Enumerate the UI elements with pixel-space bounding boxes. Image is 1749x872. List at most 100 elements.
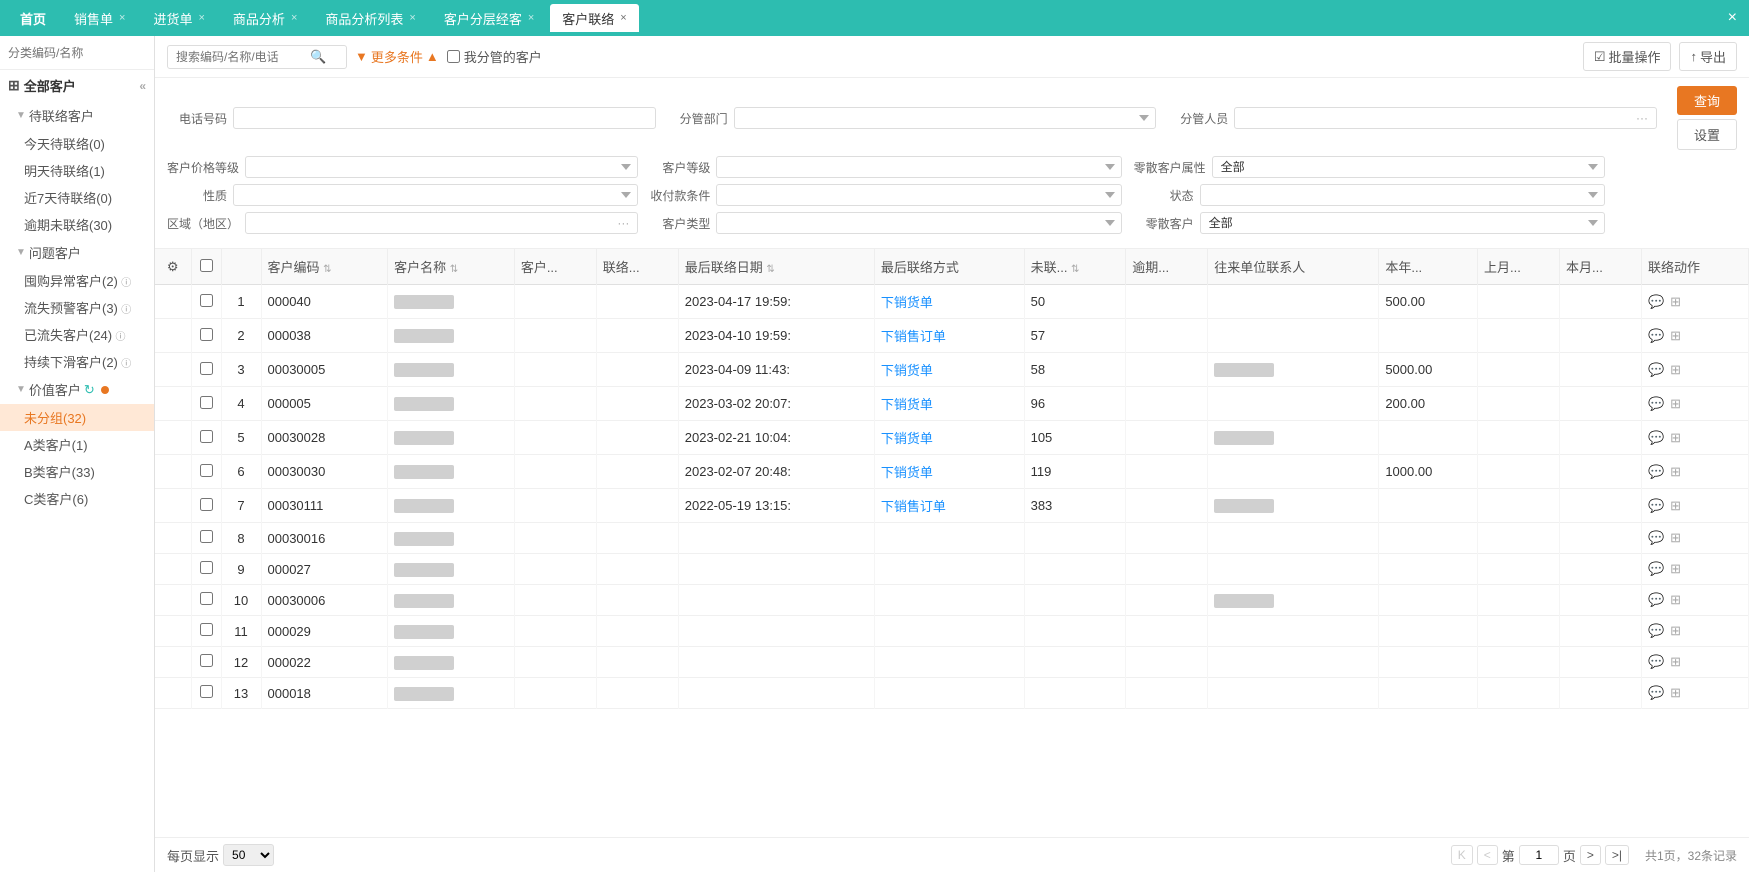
- th-last-contact-date[interactable]: 最后联络日期 ⇅: [678, 249, 874, 285]
- row-check-2[interactable]: [200, 362, 213, 375]
- more-conditions-button[interactable]: ▼ 更多条件 ▲: [355, 47, 439, 66]
- action-grid-icon[interactable]: ⊞: [1670, 592, 1681, 608]
- contact-method-link[interactable]: 下销货单: [881, 397, 933, 412]
- my-customers-checkbox[interactable]: 我分管的客户: [447, 47, 542, 66]
- search-icon[interactable]: 🔍: [310, 49, 326, 65]
- action-chat-icon[interactable]: 💬: [1648, 430, 1664, 446]
- action-grid-icon[interactable]: ⊞: [1670, 623, 1681, 639]
- action-chat-icon[interactable]: 💬: [1648, 561, 1664, 577]
- row-checkbox[interactable]: [191, 678, 221, 709]
- nav-tab-goods-analysis[interactable]: 商品分析 ×: [221, 4, 309, 32]
- filter-dept-select[interactable]: [734, 107, 1157, 129]
- row-check-7[interactable]: [200, 530, 213, 543]
- sidebar-search-input[interactable]: [8, 46, 155, 60]
- sidebar-item-today-pending[interactable]: 今天待联络(0): [0, 130, 154, 157]
- sidebar-item-churn-warning[interactable]: 流失预警客户(3) ⓘ: [0, 294, 154, 321]
- filter-phone-input[interactable]: [233, 107, 656, 129]
- row-checkbox[interactable]: [191, 387, 221, 421]
- page-size-select[interactable]: 50 100 200: [223, 844, 274, 866]
- page-number-input[interactable]: [1519, 845, 1559, 865]
- sidebar-item-tomorrow-pending[interactable]: 明天待联络(1): [0, 157, 154, 184]
- filter-region-input[interactable]: ···: [245, 212, 638, 234]
- row-checkbox[interactable]: [191, 319, 221, 353]
- sidebar-item-hoard-abnormal[interactable]: 囤购异常客户(2) ⓘ: [0, 267, 154, 294]
- row-last-contact-method[interactable]: 下销货单: [874, 285, 1024, 319]
- filter-payment-select[interactable]: [716, 184, 1121, 206]
- row-checkbox[interactable]: [191, 489, 221, 523]
- row-check-6[interactable]: [200, 498, 213, 511]
- row-check-3[interactable]: [200, 396, 213, 409]
- th-code[interactable]: 客户编码 ⇅: [261, 249, 388, 285]
- nav-tab-sales[interactable]: 销售单 ×: [62, 4, 137, 32]
- sidebar-group-value[interactable]: ▼ 价值客户 ↻: [0, 375, 154, 404]
- action-chat-icon[interactable]: 💬: [1648, 362, 1664, 378]
- filter-scatter-attr-select[interactable]: 全部: [1212, 156, 1605, 178]
- sidebar-item-declining[interactable]: 持续下滑客户(2) ⓘ: [0, 348, 154, 375]
- sidebar-group-pending[interactable]: ▼ 待联络客户: [0, 101, 154, 130]
- nav-tab-customer-layer[interactable]: 客户分层经客 ×: [432, 4, 546, 32]
- contact-method-link[interactable]: 下销货单: [881, 363, 933, 378]
- row-last-contact-method[interactable]: 下销售订单: [874, 319, 1024, 353]
- nav-tab-customer-contact[interactable]: 客户联络 ×: [550, 4, 638, 32]
- next-page-button[interactable]: >: [1580, 845, 1601, 865]
- sidebar-collapse-icon[interactable]: «: [139, 79, 146, 93]
- action-grid-icon[interactable]: ⊞: [1670, 561, 1681, 577]
- sidebar-item-b-class[interactable]: B类客户(33): [0, 458, 154, 485]
- row-checkbox[interactable]: [191, 554, 221, 585]
- row-checkbox[interactable]: [191, 585, 221, 616]
- query-button[interactable]: 查询: [1677, 86, 1737, 115]
- row-check-0[interactable]: [200, 294, 213, 307]
- first-page-button[interactable]: K: [1451, 845, 1473, 865]
- row-check-10[interactable]: [200, 623, 213, 636]
- sidebar-item-ungroup[interactable]: 未分组(32): [0, 404, 154, 431]
- filter-scatter-select[interactable]: 全部: [1200, 212, 1605, 234]
- batch-op-button[interactable]: ☑ 批量操作: [1583, 42, 1672, 71]
- close-all-tabs-button[interactable]: ×: [1724, 9, 1741, 27]
- last-page-button[interactable]: >|: [1605, 845, 1629, 865]
- row-checkbox[interactable]: [191, 616, 221, 647]
- action-grid-icon[interactable]: ⊞: [1670, 685, 1681, 701]
- nav-tab-purchase[interactable]: 进货单 ×: [141, 4, 216, 32]
- action-grid-icon[interactable]: ⊞: [1670, 464, 1681, 480]
- close-goods-list-icon[interactable]: ×: [409, 12, 415, 24]
- action-chat-icon[interactable]: 💬: [1648, 685, 1664, 701]
- action-chat-icon[interactable]: 💬: [1648, 498, 1664, 514]
- row-last-contact-method[interactable]: 下销货单: [874, 455, 1024, 489]
- close-sales-icon[interactable]: ×: [119, 12, 125, 24]
- nav-tab-goods-list[interactable]: 商品分析列表 ×: [313, 4, 427, 32]
- filter-price-level-select[interactable]: [245, 156, 638, 178]
- sidebar-item-week-pending[interactable]: 近7天待联络(0): [0, 184, 154, 211]
- filter-status-select[interactable]: [1200, 184, 1605, 206]
- export-button[interactable]: ↑ 导出: [1679, 42, 1737, 71]
- row-last-contact-method[interactable]: 下销货单: [874, 353, 1024, 387]
- action-chat-icon[interactable]: 💬: [1648, 328, 1664, 344]
- row-check-4[interactable]: [200, 430, 213, 443]
- action-grid-icon[interactable]: ⊞: [1670, 362, 1681, 378]
- row-checkbox[interactable]: [191, 285, 221, 319]
- filter-nature-select[interactable]: [233, 184, 638, 206]
- sidebar-item-overdue-pending[interactable]: 逾期未联络(30): [0, 211, 154, 238]
- row-checkbox[interactable]: [191, 421, 221, 455]
- contact-method-link[interactable]: 下销货单: [881, 465, 933, 480]
- action-chat-icon[interactable]: 💬: [1648, 654, 1664, 670]
- row-check-1[interactable]: [200, 328, 213, 341]
- search-input[interactable]: [176, 50, 306, 64]
- close-customer-layer-icon[interactable]: ×: [528, 12, 534, 24]
- my-customers-check[interactable]: [447, 50, 460, 63]
- close-goods-analysis-icon[interactable]: ×: [291, 12, 297, 24]
- filter-customer-type-select[interactable]: [716, 212, 1121, 234]
- row-check-8[interactable]: [200, 561, 213, 574]
- action-grid-icon[interactable]: ⊞: [1670, 396, 1681, 412]
- sidebar-item-c-class[interactable]: C类客户(6): [0, 485, 154, 512]
- action-grid-icon[interactable]: ⊞: [1670, 498, 1681, 514]
- action-grid-icon[interactable]: ⊞: [1670, 654, 1681, 670]
- row-checkbox[interactable]: [191, 353, 221, 387]
- row-checkbox[interactable]: [191, 523, 221, 554]
- nav-tab-home[interactable]: 首页: [8, 4, 58, 32]
- close-purchase-icon[interactable]: ×: [198, 12, 204, 24]
- filter-manager-input[interactable]: ···: [1234, 107, 1657, 129]
- action-grid-icon[interactable]: ⊞: [1670, 530, 1681, 546]
- contact-method-link[interactable]: 下销售订单: [881, 499, 946, 514]
- action-grid-icon[interactable]: ⊞: [1670, 430, 1681, 446]
- contact-method-link[interactable]: 下销货单: [881, 431, 933, 446]
